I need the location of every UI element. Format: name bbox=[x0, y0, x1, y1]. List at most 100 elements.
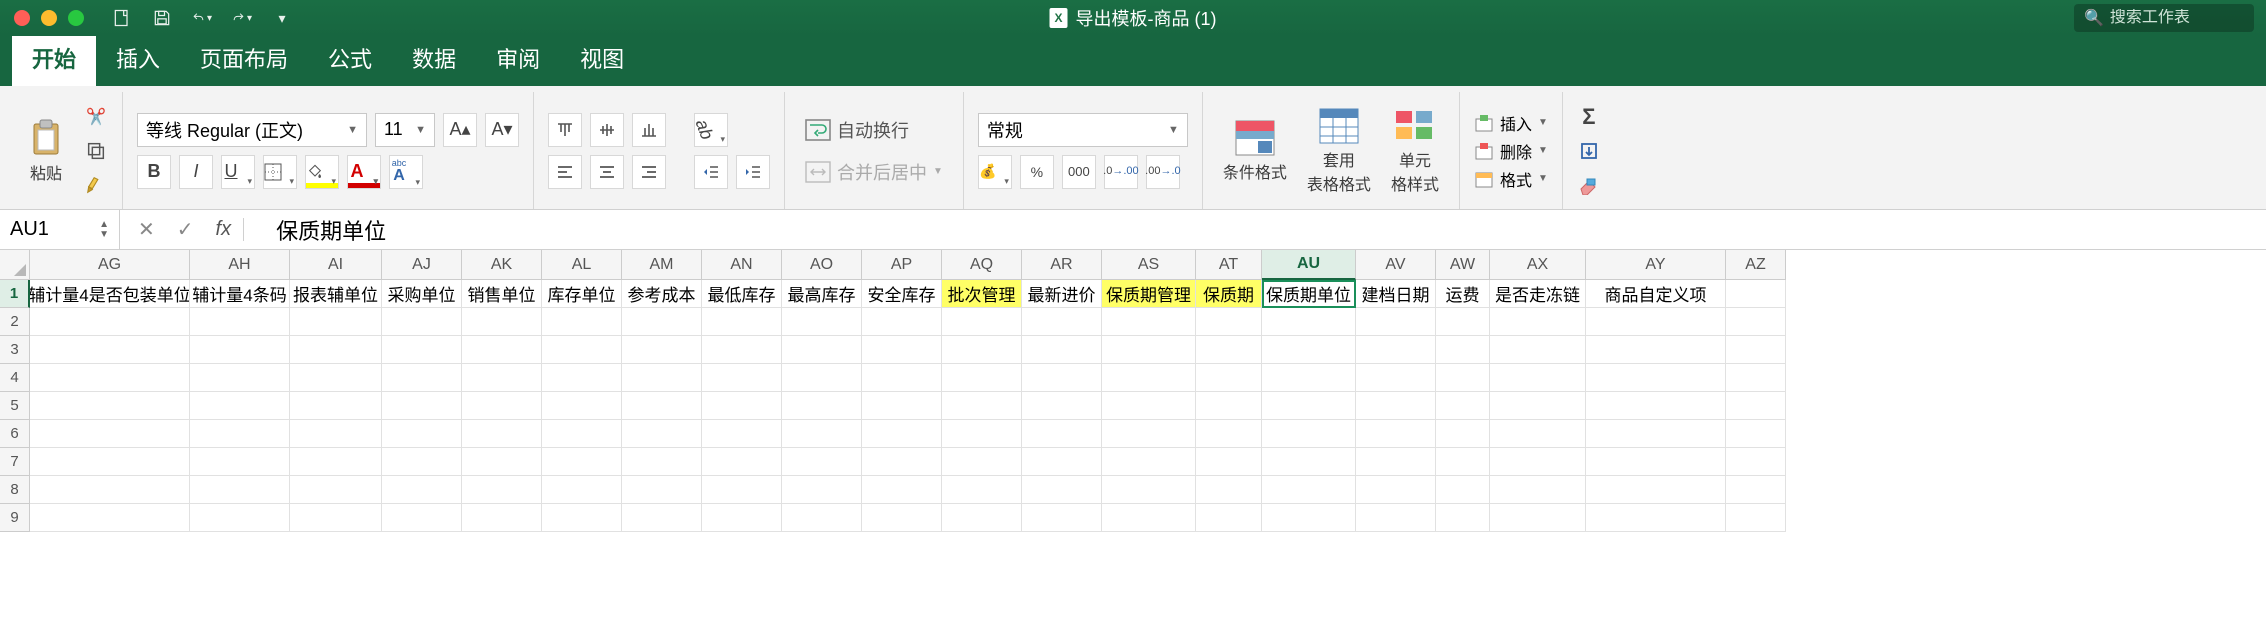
cell-AT3[interactable] bbox=[1196, 336, 1262, 364]
tab-开始[interactable]: 开始 bbox=[12, 32, 96, 86]
cell-AU9[interactable] bbox=[1262, 504, 1356, 532]
cell-AI5[interactable] bbox=[290, 392, 382, 420]
cell-AH5[interactable] bbox=[190, 392, 290, 420]
cell-AV9[interactable] bbox=[1356, 504, 1436, 532]
row-header-6[interactable]: 6 bbox=[0, 420, 30, 448]
cell-AT1[interactable]: 保质期 bbox=[1196, 280, 1262, 308]
align-right-icon[interactable] bbox=[632, 155, 666, 189]
cell-AI8[interactable] bbox=[290, 476, 382, 504]
cell-AN1[interactable]: 最低库存 bbox=[702, 280, 782, 308]
column-header-AS[interactable]: AS bbox=[1102, 250, 1196, 280]
redo-icon[interactable]: ▾ bbox=[232, 8, 252, 28]
font-size-combo[interactable]: 11▼ bbox=[375, 113, 435, 147]
cell-AI7[interactable] bbox=[290, 448, 382, 476]
column-header-AG[interactable]: AG bbox=[30, 250, 190, 280]
cell-AJ2[interactable] bbox=[382, 308, 462, 336]
cell-AN8[interactable] bbox=[702, 476, 782, 504]
wrap-text-button[interactable]: 自动换行 bbox=[799, 113, 949, 147]
cell-AJ7[interactable] bbox=[382, 448, 462, 476]
name-box[interactable]: AU1 ▲▼ bbox=[0, 210, 120, 249]
cell-AS3[interactable] bbox=[1102, 336, 1196, 364]
close-window-icon[interactable] bbox=[14, 10, 30, 26]
row-header-4[interactable]: 4 bbox=[0, 364, 30, 392]
cell-AM8[interactable] bbox=[622, 476, 702, 504]
tab-页面布局[interactable]: 页面布局 bbox=[180, 32, 308, 86]
cell-AV3[interactable] bbox=[1356, 336, 1436, 364]
autosum-icon[interactable]: Σ bbox=[1577, 105, 1601, 129]
cell-AL9[interactable] bbox=[542, 504, 622, 532]
bold-button[interactable]: B bbox=[137, 155, 171, 189]
cell-AV2[interactable] bbox=[1356, 308, 1436, 336]
cell-AW1[interactable]: 运费 bbox=[1436, 280, 1490, 308]
merge-center-button[interactable]: 合并后居中 ▼ bbox=[799, 155, 949, 189]
cell-AU6[interactable] bbox=[1262, 420, 1356, 448]
cell-AJ8[interactable] bbox=[382, 476, 462, 504]
cell-AT5[interactable] bbox=[1196, 392, 1262, 420]
column-header-AM[interactable]: AM bbox=[622, 250, 702, 280]
cell-AQ9[interactable] bbox=[942, 504, 1022, 532]
cell-AH8[interactable] bbox=[190, 476, 290, 504]
cell-AY1[interactable]: 商品自定义项 bbox=[1586, 280, 1726, 308]
row-header-5[interactable]: 5 bbox=[0, 392, 30, 420]
cell-AS4[interactable] bbox=[1102, 364, 1196, 392]
cell-AJ6[interactable] bbox=[382, 420, 462, 448]
column-header-AQ[interactable]: AQ bbox=[942, 250, 1022, 280]
select-all-corner[interactable] bbox=[0, 250, 30, 280]
align-left-icon[interactable] bbox=[548, 155, 582, 189]
phonetic-button[interactable]: abcA bbox=[389, 155, 423, 189]
increase-indent-icon[interactable] bbox=[736, 155, 770, 189]
cell-AJ5[interactable] bbox=[382, 392, 462, 420]
cell-AK5[interactable] bbox=[462, 392, 542, 420]
cell-AH4[interactable] bbox=[190, 364, 290, 392]
cell-AI3[interactable] bbox=[290, 336, 382, 364]
fullscreen-window-icon[interactable] bbox=[68, 10, 84, 26]
cell-AY4[interactable] bbox=[1586, 364, 1726, 392]
row-header-2[interactable]: 2 bbox=[0, 308, 30, 336]
font-name-combo[interactable]: 等线 Regular (正文)▼ bbox=[137, 113, 367, 147]
tab-公式[interactable]: 公式 bbox=[308, 32, 392, 86]
cut-icon[interactable]: ✂️ bbox=[84, 105, 108, 129]
cell-AO5[interactable] bbox=[782, 392, 862, 420]
row-header-1[interactable]: 1 bbox=[0, 280, 30, 308]
paste-button[interactable]: 粘贴 bbox=[22, 116, 70, 186]
cell-AT9[interactable] bbox=[1196, 504, 1262, 532]
cell-AT4[interactable] bbox=[1196, 364, 1262, 392]
column-header-AK[interactable]: AK bbox=[462, 250, 542, 280]
qat-customize-icon[interactable]: ▾ bbox=[272, 8, 292, 28]
cell-AN2[interactable] bbox=[702, 308, 782, 336]
cell-AT6[interactable] bbox=[1196, 420, 1262, 448]
cell-AO9[interactable] bbox=[782, 504, 862, 532]
clear-icon[interactable] bbox=[1577, 173, 1601, 197]
cell-AR2[interactable] bbox=[1022, 308, 1102, 336]
search-input[interactable] bbox=[2110, 9, 2230, 27]
cell-AO4[interactable] bbox=[782, 364, 862, 392]
cell-AY9[interactable] bbox=[1586, 504, 1726, 532]
cell-AN6[interactable] bbox=[702, 420, 782, 448]
cell-AR1[interactable]: 最新进价 bbox=[1022, 280, 1102, 308]
cell-AK7[interactable] bbox=[462, 448, 542, 476]
cell-AV5[interactable] bbox=[1356, 392, 1436, 420]
align-bottom-icon[interactable] bbox=[632, 113, 666, 147]
accounting-format-icon[interactable]: 💰 bbox=[978, 155, 1012, 189]
cell-AH7[interactable] bbox=[190, 448, 290, 476]
cell-AR5[interactable] bbox=[1022, 392, 1102, 420]
cell-AG5[interactable] bbox=[30, 392, 190, 420]
cell-AY3[interactable] bbox=[1586, 336, 1726, 364]
cell-AK3[interactable] bbox=[462, 336, 542, 364]
cell-AU3[interactable] bbox=[1262, 336, 1356, 364]
cell-AP3[interactable] bbox=[862, 336, 942, 364]
cell-AW8[interactable] bbox=[1436, 476, 1490, 504]
cell-AW4[interactable] bbox=[1436, 364, 1490, 392]
cell-AR4[interactable] bbox=[1022, 364, 1102, 392]
cell-AL1[interactable]: 库存单位 bbox=[542, 280, 622, 308]
fill-icon[interactable] bbox=[1577, 139, 1601, 163]
conditional-formatting-button[interactable]: 条件格式 bbox=[1217, 119, 1293, 183]
cell-AO3[interactable] bbox=[782, 336, 862, 364]
cell-AS9[interactable] bbox=[1102, 504, 1196, 532]
cell-AQ2[interactable] bbox=[942, 308, 1022, 336]
cell-AQ7[interactable] bbox=[942, 448, 1022, 476]
search-sheet-box[interactable]: 🔍 bbox=[2074, 4, 2254, 32]
cell-AM7[interactable] bbox=[622, 448, 702, 476]
underline-button[interactable]: U bbox=[221, 155, 255, 189]
fx-icon[interactable]: fx bbox=[216, 218, 245, 241]
